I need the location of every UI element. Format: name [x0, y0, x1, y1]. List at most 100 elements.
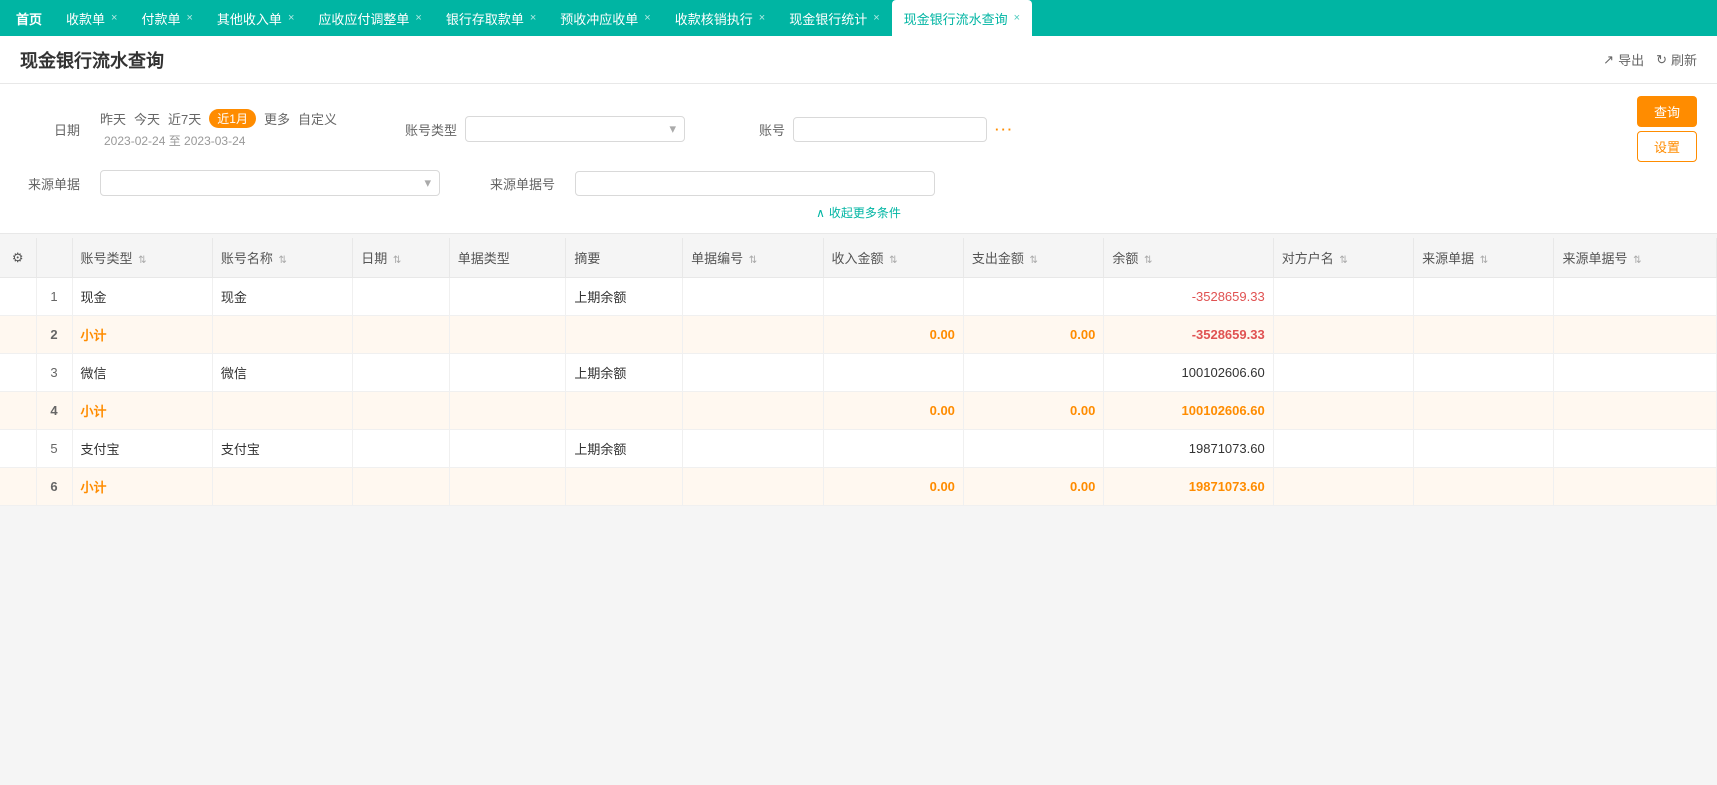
table-row: 1现金现金上期余额-3528659.33: [0, 278, 1717, 316]
cell-account_type: 小计: [72, 392, 212, 430]
cell-expense: 0.00: [963, 468, 1103, 506]
source-doc-label: 来源单据: [20, 174, 80, 193]
refresh-button[interactable]: ↻ 刷新: [1656, 50, 1697, 69]
cell-source_doc_no: [1554, 392, 1717, 430]
cell-balance: -3528659.33: [1104, 316, 1273, 354]
cell-no: 6: [36, 468, 72, 506]
column-doc-no[interactable]: 单据编号 ⇅: [683, 238, 823, 278]
table-row: 3微信微信上期余额100102606.60: [0, 354, 1717, 392]
column-gear[interactable]: ⚙: [0, 238, 36, 278]
header-row: ⚙ 账号类型 ⇅ 账号名称 ⇅ 日期 ⇅ 单据类型 摘要 单据编号 ⇅ 收入金额…: [0, 238, 1717, 278]
close-icon[interactable]: ×: [288, 12, 294, 24]
cell-income: [823, 430, 963, 468]
collapse-bar[interactable]: ∧ 收起更多条件: [20, 204, 1697, 221]
account-filter: 账号 ···: [725, 117, 1014, 142]
cell-doc_type: [449, 392, 566, 430]
column-account-type[interactable]: 账号类型 ⇅: [72, 238, 212, 278]
account-dots-btn[interactable]: ···: [995, 122, 1014, 137]
cell-summary: [566, 316, 683, 354]
cell-doc_no: [683, 278, 823, 316]
cell-balance: -3528659.33: [1104, 278, 1273, 316]
close-icon[interactable]: ×: [186, 12, 192, 24]
column-no: [36, 238, 72, 278]
cell-no: 5: [36, 430, 72, 468]
export-button[interactable]: ↗ 导出: [1603, 50, 1644, 69]
nav-item-receipt[interactable]: 收款单×: [54, 0, 129, 36]
nav-item-cash-bank-stats[interactable]: 现金银行统计×: [777, 0, 891, 36]
nav-item-write-off[interactable]: 收款核销执行×: [663, 0, 777, 36]
close-icon[interactable]: ×: [1014, 12, 1020, 24]
close-icon[interactable]: ×: [530, 12, 536, 24]
nav-item-other-income[interactable]: 其他收入单×: [205, 0, 306, 36]
close-icon[interactable]: ×: [415, 12, 421, 24]
column-expense[interactable]: 支出金额 ⇅: [963, 238, 1103, 278]
column-income[interactable]: 收入金额 ⇅: [823, 238, 963, 278]
nav-item-ar-adjustment[interactable]: 应收应付调整单×: [306, 0, 433, 36]
cell-summary: [566, 468, 683, 506]
today-btn[interactable]: 今天: [134, 109, 160, 128]
cell-expense: 0.00: [963, 316, 1103, 354]
cell-source_doc_no: [1554, 278, 1717, 316]
account-type-select[interactable]: ▾: [465, 116, 685, 142]
cell-date: [353, 468, 449, 506]
cell-counterparty: [1273, 430, 1413, 468]
cell-account_name: 支付宝: [212, 430, 352, 468]
close-icon[interactable]: ×: [111, 12, 117, 24]
cell-expense: 0.00: [963, 392, 1103, 430]
cell-counterparty: [1273, 278, 1413, 316]
last7-btn[interactable]: 近7天: [168, 109, 201, 128]
cell-source_doc: [1414, 392, 1554, 430]
table-row: 4小计0.000.00100102606.60: [0, 392, 1717, 430]
cell-doc_type: [449, 468, 566, 506]
column-date[interactable]: 日期 ⇅: [353, 238, 449, 278]
cell-source_doc_no: [1554, 316, 1717, 354]
column-doc-type: 单据类型: [449, 238, 566, 278]
cell-source_doc_no: [1554, 468, 1717, 506]
cell-gear: [0, 468, 36, 506]
cell-income: [823, 354, 963, 392]
close-icon[interactable]: ×: [759, 12, 765, 24]
nav-item-bank-deposit[interactable]: 银行存取款单×: [434, 0, 548, 36]
page-header: 现金银行流水查询 ↗ 导出 ↻ 刷新: [0, 36, 1717, 84]
cell-account_name: 微信: [212, 354, 352, 392]
column-source-doc-no[interactable]: 来源单据号 ⇅: [1554, 238, 1717, 278]
source-doc-num-input[interactable]: [575, 171, 935, 196]
column-counterparty[interactable]: 对方户名 ⇅: [1273, 238, 1413, 278]
settings-button[interactable]: 设置: [1637, 131, 1697, 162]
source-doc-select[interactable]: ▾: [100, 170, 440, 196]
cell-counterparty: [1273, 316, 1413, 354]
query-button[interactable]: 查询: [1637, 96, 1697, 127]
cell-income: 0.00: [823, 316, 963, 354]
cell-gear: [0, 430, 36, 468]
cell-doc_no: [683, 316, 823, 354]
action-buttons: 查询 设置: [1637, 96, 1697, 162]
nav-item-cash-bank-flow[interactable]: 现金银行流水查询×: [892, 0, 1032, 36]
account-type-filter: 账号类型 ▾: [397, 116, 685, 142]
cell-account_name: [212, 316, 352, 354]
account-input[interactable]: [793, 117, 987, 142]
cell-source_doc_no: [1554, 354, 1717, 392]
top-navigation: 首页收款单×付款单×其他收入单×应收应付调整单×银行存取款单×预收冲应收单×收款…: [0, 0, 1717, 36]
custom-btn[interactable]: 自定义: [298, 109, 337, 128]
nav-item-payment[interactable]: 付款单×: [129, 0, 204, 36]
cell-date: [353, 316, 449, 354]
nav-item-advance-offset[interactable]: 预收冲应收单×: [548, 0, 662, 36]
filter-row-2: 来源单据 ▾ 来源单据号: [20, 170, 1697, 196]
filter-row-1: 日期 昨天 今天 近7天 近1月 更多 自定义 2023-02-24 至 202…: [20, 96, 1697, 162]
cell-doc_type: [449, 430, 566, 468]
chevron-down-icon: ▾: [669, 121, 676, 137]
last1m-btn[interactable]: 近1月: [209, 109, 256, 128]
close-icon[interactable]: ×: [873, 12, 879, 24]
column-balance[interactable]: 余额 ⇅: [1104, 238, 1273, 278]
cell-balance: 19871073.60: [1104, 430, 1273, 468]
nav-item-home[interactable]: 首页: [4, 0, 54, 36]
column-source-doc[interactable]: 来源单据 ⇅: [1414, 238, 1554, 278]
cell-account_type: 微信: [72, 354, 212, 392]
column-account-name[interactable]: 账号名称 ⇅: [212, 238, 352, 278]
cell-gear: [0, 316, 36, 354]
cell-account_type: 小计: [72, 316, 212, 354]
more-btn[interactable]: 更多: [264, 109, 290, 128]
yesterday-btn[interactable]: 昨天: [100, 109, 126, 128]
close-icon[interactable]: ×: [644, 12, 650, 24]
cell-summary: 上期余额: [566, 430, 683, 468]
